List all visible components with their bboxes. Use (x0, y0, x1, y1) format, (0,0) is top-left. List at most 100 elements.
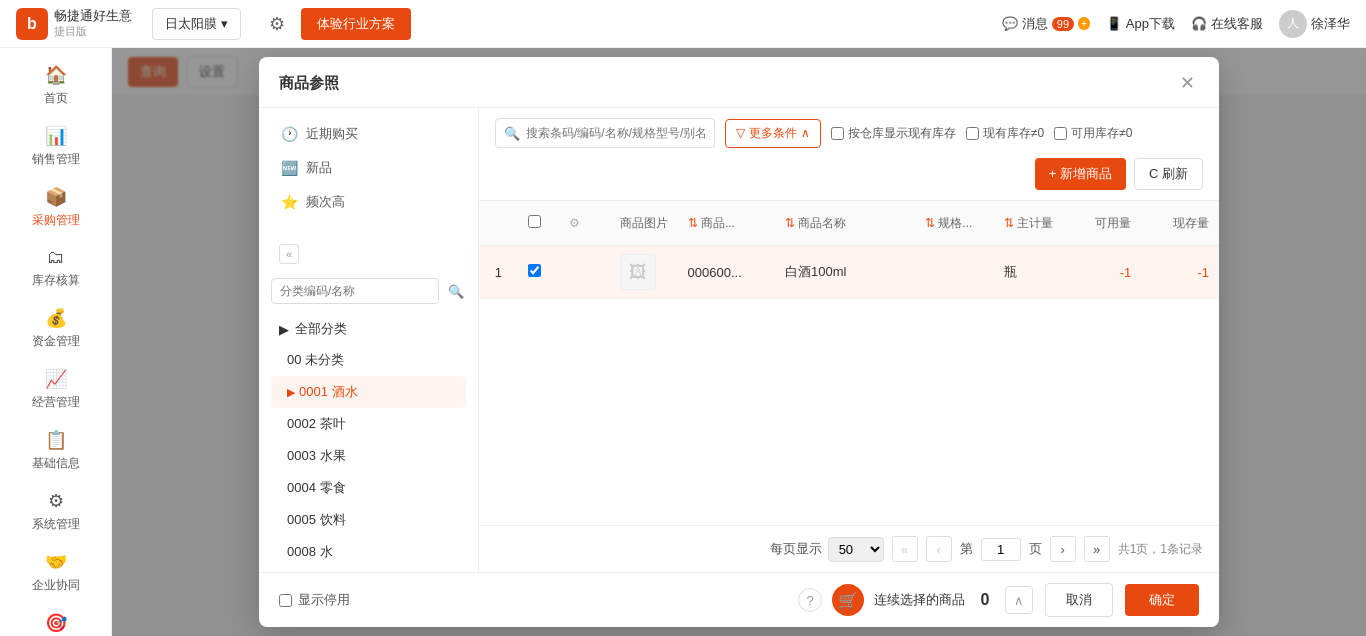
active-arrow-icon: ▶ (287, 386, 295, 399)
sort-icon: ⇅ (1004, 216, 1014, 230)
branch-dropdown[interactable]: 日太阳膜 ▾ (152, 8, 241, 40)
finance-icon: 💰 (45, 307, 67, 329)
category-search-icon[interactable]: 🔍 (445, 278, 466, 304)
row-checkbox[interactable] (528, 264, 541, 277)
plus-badge: + (1078, 17, 1090, 30)
cell-name: 白酒100ml (775, 246, 915, 299)
sidebar-item-system[interactable]: ⚙ 系统管理 (0, 482, 111, 541)
product-table: ⚙ 商品图片 ⇅ 商品... (479, 201, 1219, 299)
pagination: 每页显示 50 100 200 « ‹ 第 1 页 (479, 525, 1219, 572)
sidebar-item-sales[interactable]: 📊 销售管理 (0, 117, 111, 176)
checkbox-warehouse-input[interactable] (831, 127, 844, 140)
avatar: 人 (1279, 10, 1307, 38)
page-next-btn[interactable]: › (1050, 536, 1076, 562)
category-item-alcohol[interactable]: ▶ 0001 酒水 (271, 376, 466, 408)
inventory-icon: 🗂 (47, 247, 65, 268)
category-item-drinks[interactable]: 0005 饮料 (271, 504, 466, 536)
refresh-btn[interactable]: C 刷新 (1134, 158, 1203, 190)
cell-stock: -1 (1141, 246, 1219, 299)
main-layout: 🏠 首页 📊 销售管理 📦 采购管理 🗂 库存核算 💰 资金管理 📈 经营管理 … (0, 48, 1366, 636)
cell-img-thumb: 🖼 (610, 246, 678, 299)
home-icon: 🏠 (45, 64, 67, 86)
sidebar-item-label: 经营管理 (32, 394, 80, 411)
tab-recent-purchase[interactable]: 🕐 近期购买 (271, 118, 466, 150)
page-size-select[interactable]: 50 100 200 (828, 537, 884, 562)
checkbox-available-input[interactable] (1054, 127, 1067, 140)
sidebar-item-home[interactable]: 🏠 首页 (0, 56, 111, 115)
phone-icon: 📱 (1106, 16, 1122, 31)
sidebar-item-enterprise[interactable]: 🤝 企业协同 (0, 543, 111, 602)
modal-close-button[interactable]: ✕ (1175, 71, 1199, 95)
modal-title: 商品参照 (279, 74, 339, 93)
sidebar-item-finance[interactable]: 💰 资金管理 (0, 299, 111, 358)
cell-spec (915, 246, 994, 299)
cell-check[interactable] (518, 246, 551, 299)
category-item-fruit[interactable]: 0003 水果 (271, 440, 466, 472)
guide-icon: 🎯 (45, 612, 67, 634)
enterprise-icon: 🤝 (45, 551, 67, 573)
online-service-nav-item[interactable]: 🎧 在线客服 (1191, 15, 1263, 33)
cell-unit: 瓶 (994, 246, 1064, 299)
add-product-btn[interactable]: + 新增商品 (1035, 158, 1126, 190)
category-item-snacks[interactable]: 0004 零食 (271, 472, 466, 504)
th-available: 可用量 (1064, 201, 1142, 246)
messages-nav-item[interactable]: 💬 消息 99 + (1002, 15, 1090, 33)
checkbox-current-input[interactable] (966, 127, 979, 140)
filter-icon: ▽ (736, 126, 745, 140)
more-filter-btn[interactable]: ▽ 更多条件 ∧ (725, 119, 821, 148)
table-settings-icon[interactable]: ⚙ (561, 209, 589, 237)
checkbox-available-stock[interactable]: 可用库存≠0 (1054, 125, 1132, 142)
user-nav-item[interactable]: 人 徐泽华 (1279, 10, 1350, 38)
sidebar-item-label: 资金管理 (32, 333, 80, 350)
table-header-row: ⚙ 商品图片 ⇅ 商品... (479, 201, 1219, 246)
th-check (518, 201, 551, 246)
sidebar: 🏠 首页 📊 销售管理 📦 采购管理 🗂 库存核算 💰 资金管理 📈 经营管理 … (0, 48, 112, 636)
app-download-nav-item[interactable]: 📱 App下载 (1106, 15, 1175, 33)
sidebar-item-inventory[interactable]: 🗂 库存核算 (0, 239, 111, 297)
category-search-input[interactable] (271, 278, 439, 304)
experience-btn[interactable]: 体验行业方案 (301, 8, 411, 40)
th-stock: 现存量 (1141, 201, 1219, 246)
cart-label: 连续选择的商品 (874, 591, 965, 609)
category-item-tea[interactable]: 0002 茶叶 (271, 408, 466, 440)
nav-right: 💬 消息 99 + 📱 App下载 🎧 在线客服 人 徐泽华 (1002, 10, 1350, 38)
checkbox-current-stock[interactable]: 现有库存≠0 (966, 125, 1044, 142)
purchase-icon: 📦 (45, 186, 67, 208)
product-search-input[interactable] (526, 126, 706, 140)
footer-collapse-btn[interactable]: ∧ (1005, 586, 1033, 614)
sidebar-item-guide[interactable]: 🎯 新手引导 (0, 604, 111, 636)
tab-new-product[interactable]: 🆕 新品 (271, 152, 466, 184)
sidebar-item-operations[interactable]: 📈 经营管理 (0, 360, 111, 419)
show-disabled-label[interactable]: 显示停用 (279, 591, 350, 609)
cell-available: -1 (1064, 246, 1142, 299)
th-num (479, 201, 518, 246)
search-icon: 🔍 (504, 126, 520, 141)
page-prev-btn[interactable]: ‹ (926, 536, 952, 562)
settings-icon[interactable]: ⚙ (261, 8, 293, 40)
cart-icon[interactable]: 🛒 (832, 584, 864, 616)
select-all-checkbox[interactable] (528, 215, 541, 228)
sidebar-item-basic-info[interactable]: 📋 基础信息 (0, 421, 111, 480)
footer-cart: ? 🛒 连续选择的商品 0 ∧ (798, 584, 1033, 616)
page-input[interactable]: 1 (981, 538, 1021, 561)
messages-badge: 99 (1052, 17, 1074, 31)
help-icon[interactable]: ? (798, 588, 822, 612)
top-navbar: b 畅捷通好生意 捷目版 日太阳膜 ▾ ⚙ 体验行业方案 💬 消息 99 + 📱… (0, 0, 1366, 48)
cancel-button[interactable]: 取消 (1045, 583, 1113, 617)
category-all[interactable]: ▶ 全部分类 (271, 314, 466, 344)
checkbox-warehouse-stock[interactable]: 按仓库显示现有库存 (831, 125, 956, 142)
product-search-wrap[interactable]: 🔍 (495, 118, 715, 148)
category-item-water[interactable]: 0008 水 (271, 536, 466, 568)
tab-high-frequency[interactable]: ⭐ 频次高 (271, 186, 466, 218)
sidebar-item-purchase[interactable]: 📦 采购管理 (0, 178, 111, 237)
category-item-uncategorized[interactable]: 00 未分类 (271, 344, 466, 376)
page-last-btn[interactable]: » (1084, 536, 1110, 562)
modal-right-panel: 🔍 ▽ 更多条件 ∧ 按仓库显示现有库存 (479, 108, 1219, 572)
confirm-button[interactable]: 确定 (1125, 584, 1199, 616)
system-icon: ⚙ (48, 490, 64, 512)
collapse-left-btn[interactable]: « (279, 244, 299, 264)
page-first-btn[interactable]: « (892, 536, 918, 562)
table-row[interactable]: 1 🖼 000600... (479, 246, 1219, 299)
show-disabled-checkbox[interactable] (279, 594, 292, 607)
th-settings: ⚙ (551, 201, 610, 246)
